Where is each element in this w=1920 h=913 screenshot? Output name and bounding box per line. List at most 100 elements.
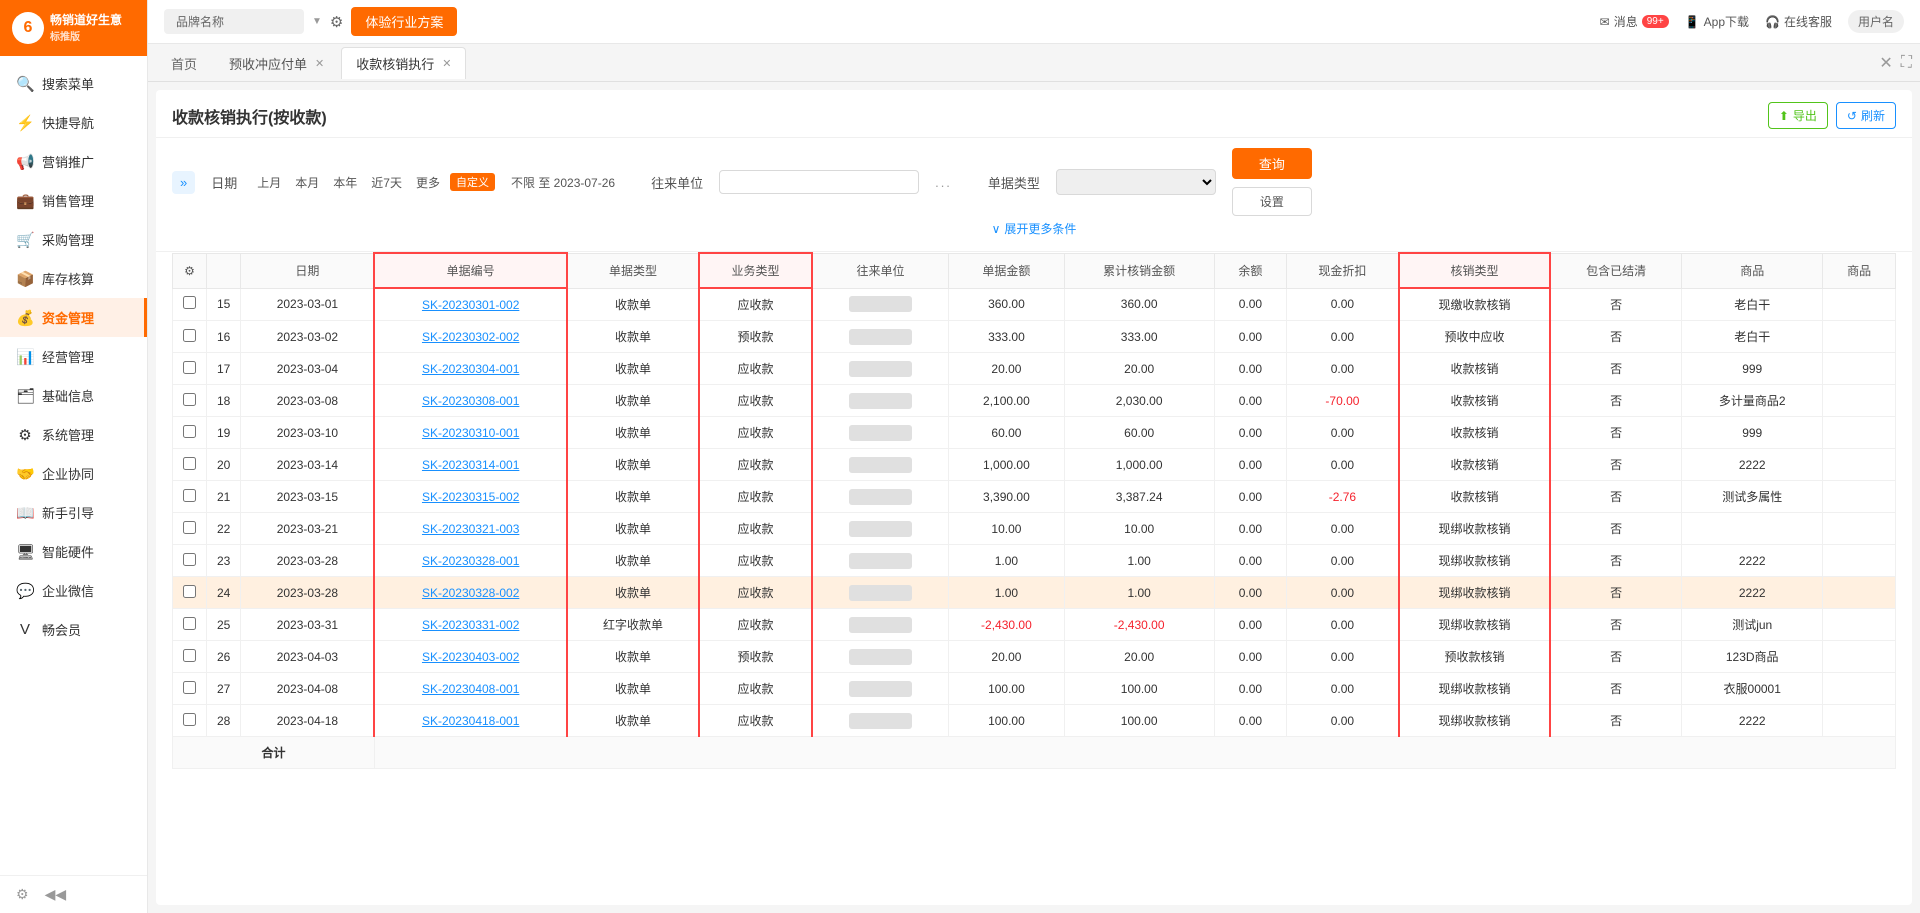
date-last-month-btn[interactable]: 上月 — [253, 172, 285, 193]
cell-order-no[interactable]: SK-20230328-001 — [374, 545, 566, 577]
cell-amount: 10.00 — [949, 513, 1065, 545]
tab-prepayment[interactable]: 预收冲应付单 ✕ — [214, 47, 339, 79]
cell-order-no[interactable]: SK-20230331-002 — [374, 609, 566, 641]
date-more-btn[interactable]: 更多 — [412, 172, 444, 193]
sidebar-item-8[interactable]: 🗂基础信息 — [0, 376, 147, 415]
date-custom-badge[interactable]: 自定义 — [450, 173, 495, 191]
cell-checkbox[interactable] — [173, 385, 207, 417]
sidebar-item-1[interactable]: ⚡快捷导航 — [0, 103, 147, 142]
date-7days-btn[interactable]: 近7天 — [367, 172, 406, 193]
cell-voucher-type: 收款单 — [567, 481, 699, 513]
query-btn[interactable]: 查询 — [1232, 148, 1312, 179]
sidebar-item-11[interactable]: 📖新手引导 — [0, 493, 147, 532]
filter-toggle-btn[interactable]: » — [172, 171, 195, 194]
sidebar-item-14[interactable]: V畅会员 — [0, 610, 147, 649]
tab-collection-close[interactable]: ✕ — [442, 57, 451, 70]
export-btn[interactable]: ⬆ 导出 — [1768, 102, 1828, 129]
cell-product: 老白干 — [1682, 288, 1823, 321]
sidebar-item-6[interactable]: 💰资金管理 — [0, 298, 147, 337]
cell-order-no[interactable]: SK-20230321-003 — [374, 513, 566, 545]
date-this-month-btn[interactable]: 本月 — [291, 172, 323, 193]
cell-include-settled: 否 — [1550, 609, 1681, 641]
cell-order-no[interactable]: SK-20230301-002 — [374, 288, 566, 321]
cell-order-no[interactable]: SK-20230408-001 — [374, 673, 566, 705]
tab-prepayment-close[interactable]: ✕ — [315, 57, 324, 70]
message-btn[interactable]: ✉ 消息 99+ — [1600, 13, 1669, 30]
sidebar-item-5[interactable]: 📦库存核算 — [0, 259, 147, 298]
voucher-type-select[interactable] — [1056, 169, 1216, 195]
sidebar-item-12[interactable]: 🖥智能硬件 — [0, 532, 147, 571]
tab-expand-btn[interactable]: ⛶ — [1901, 53, 1912, 73]
industry-btn[interactable]: 体验行业方案 — [351, 7, 457, 36]
cell-checkbox[interactable] — [173, 417, 207, 449]
settings-icon[interactable]: ⚙ — [16, 886, 29, 903]
cell-cancel-type: 预收款核销 — [1399, 641, 1551, 673]
cell-order-no[interactable]: SK-20230418-001 — [374, 705, 566, 737]
tab-close-all-btn[interactable]: ✕ — [1879, 53, 1892, 73]
cell-rownum: 15 — [207, 288, 241, 321]
topbar-gear-icon[interactable]: ⚙ — [330, 13, 343, 31]
cell-order-no[interactable]: SK-20230315-002 — [374, 481, 566, 513]
sidebar-item-13[interactable]: 💬企业微信 — [0, 571, 147, 610]
cell-checkbox[interactable] — [173, 705, 207, 737]
cell-checkbox[interactable] — [173, 609, 207, 641]
cell-order-no[interactable]: SK-20230308-001 — [374, 385, 566, 417]
sidebar: 6 畅销道好生意 标推版 🔍搜索菜单⚡快捷导航📢营销推广💼销售管理🛒采购管理📦库… — [0, 0, 148, 913]
sidebar-item-3[interactable]: 💼销售管理 — [0, 181, 147, 220]
cell-product: 测试多属性 — [1682, 481, 1823, 513]
cell-order-no[interactable]: SK-20230314-001 — [374, 449, 566, 481]
cell-acc-amount: 100.00 — [1064, 673, 1214, 705]
cell-checkbox[interactable] — [173, 321, 207, 353]
cell-acc-amount: 1.00 — [1064, 545, 1214, 577]
app-download-btn[interactable]: 📱 App下载 — [1685, 13, 1749, 30]
brand-selector[interactable]: 品牌名称 — [164, 9, 304, 34]
setting-btn[interactable]: 设置 — [1232, 187, 1312, 216]
cell-cash-discount: 0.00 — [1287, 353, 1399, 385]
sidebar-label-7: 经营管理 — [42, 347, 94, 366]
cell-checkbox[interactable] — [173, 481, 207, 513]
cell-voucher-type: 收款单 — [567, 641, 699, 673]
cell-checkbox[interactable] — [173, 353, 207, 385]
refresh-btn[interactable]: ↺ 刷新 — [1836, 102, 1896, 129]
cell-order-no[interactable]: SK-20230403-002 — [374, 641, 566, 673]
cell-acc-amount: 3,387.24 — [1064, 481, 1214, 513]
online-service-btn[interactable]: 🎧 在线客服 — [1765, 13, 1832, 30]
cell-checkbox[interactable] — [173, 641, 207, 673]
cell-order-no[interactable]: SK-20230304-001 — [374, 353, 566, 385]
cell-checkbox[interactable] — [173, 513, 207, 545]
collapse-icon[interactable]: ◀◀ — [45, 886, 67, 903]
th-gear[interactable]: ⚙ — [173, 253, 207, 288]
sidebar-item-0[interactable]: 🔍搜索菜单 — [0, 64, 147, 103]
logo-text: 畅销道好生意 — [50, 13, 122, 29]
cell-checkbox[interactable] — [173, 577, 207, 609]
sidebar-label-12: 智能硬件 — [42, 542, 94, 561]
cell-voucher-type: 收款单 — [567, 577, 699, 609]
sidebar-item-4[interactable]: 🛒采购管理 — [0, 220, 147, 259]
user-avatar[interactable]: 用户名 — [1848, 10, 1904, 33]
expand-conditions-btn[interactable]: ∨ 展开更多条件 — [992, 220, 1077, 237]
table-row: 25 2023-03-31 SK-20230331-002 红字收款单 应收款 … — [173, 609, 1896, 641]
cell-order-no[interactable]: SK-20230302-002 — [374, 321, 566, 353]
cell-order-no[interactable]: SK-20230310-001 — [374, 417, 566, 449]
cell-balance: 0.00 — [1214, 417, 1287, 449]
partner-input[interactable] — [719, 170, 919, 194]
cell-cancel-type: 现缴收款核销 — [1399, 288, 1551, 321]
sidebar-item-7[interactable]: 📊经营管理 — [0, 337, 147, 376]
cell-voucher-type: 收款单 — [567, 417, 699, 449]
cell-order-no[interactable]: SK-20230328-002 — [374, 577, 566, 609]
cell-checkbox[interactable] — [173, 673, 207, 705]
cell-cancel-type: 现绑收款核销 — [1399, 705, 1551, 737]
cell-checkbox[interactable] — [173, 288, 207, 321]
sidebar-item-10[interactable]: 🤝企业协同 — [0, 454, 147, 493]
cell-checkbox[interactable] — [173, 449, 207, 481]
cell-product2 — [1823, 609, 1896, 641]
cell-amount: 1,000.00 — [949, 449, 1065, 481]
date-this-year-btn[interactable]: 本年 — [329, 172, 361, 193]
tab-home[interactable]: 首页 — [156, 47, 212, 79]
th-biz-type: 业务类型 — [699, 253, 812, 288]
tab-collection[interactable]: 收款核销执行 ✕ — [341, 47, 466, 79]
cell-checkbox[interactable] — [173, 545, 207, 577]
sidebar-item-9[interactable]: ⚙系统管理 — [0, 415, 147, 454]
export-icon: ⬆ — [1779, 109, 1789, 123]
sidebar-item-2[interactable]: 📢营销推广 — [0, 142, 147, 181]
